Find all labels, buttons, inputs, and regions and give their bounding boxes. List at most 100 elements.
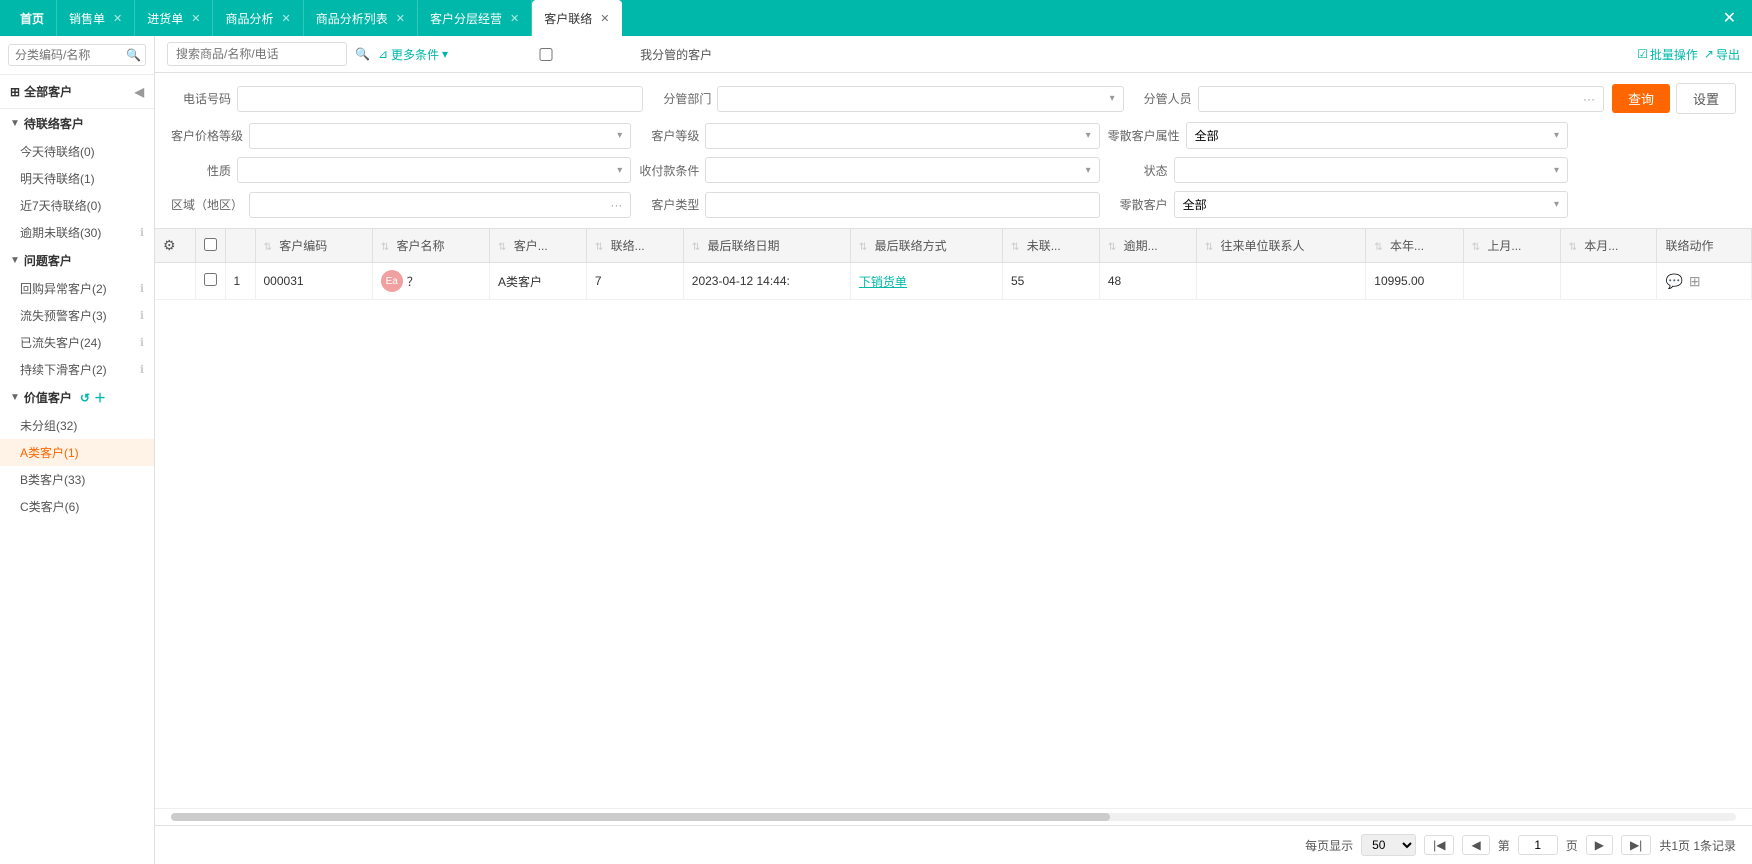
col-code[interactable]: ⇅ 客户编码 — [255, 229, 372, 263]
search-input[interactable] — [167, 42, 347, 66]
more-filter-btn[interactable]: ⊿ 更多条件 ▾ — [378, 46, 448, 63]
select-customer-level[interactable]: ▾ — [705, 123, 1099, 149]
name-cell-content: Ea ？ — [381, 270, 481, 292]
col-last-month[interactable]: ⇅ 上月... — [1463, 229, 1560, 263]
top-nav: 首页 销售单 ✕ 进货单 ✕ 商品分析 ✕ 商品分析列表 ✕ 客户分层经营 ✕ … — [0, 0, 1752, 36]
select-retail-customer[interactable]: 全部 ▾ — [1174, 191, 1568, 218]
chevron-dept: ▾ — [1110, 93, 1115, 104]
sidebar-collapse-btn[interactable]: ◀ — [135, 85, 144, 99]
sidebar-item-churn-warning[interactable]: 流失预警客户(3) ℹ — [0, 302, 154, 329]
nav-tab-sales[interactable]: 销售单 ✕ — [57, 0, 135, 36]
input-phone[interactable] — [237, 86, 643, 112]
cell-code: 000031 — [255, 263, 372, 300]
settings-gear-icon[interactable]: ⚙ — [163, 237, 176, 253]
close-tab-customer-tier[interactable]: ✕ — [510, 12, 519, 25]
sidebar-item-overdue[interactable]: 逾期未联络(30) ℹ — [0, 219, 154, 246]
page-size-label: 每页显示 — [1305, 837, 1353, 854]
global-close-button[interactable]: ✕ — [1715, 8, 1744, 28]
sidebar-item-tomorrow[interactable]: 明天待联络(1) — [0, 165, 154, 192]
current-page-input[interactable] — [1518, 835, 1558, 855]
chevron-nature: ▾ — [617, 165, 622, 176]
label-status: 状态 — [1108, 162, 1168, 179]
icon-refresh[interactable]: ↺ — [80, 391, 90, 405]
col-no-contact[interactable]: ⇅ 未联... — [1002, 229, 1099, 263]
icon-add[interactable]: ＋ — [94, 389, 106, 406]
nav-tab-analysis-list[interactable]: 商品分析列表 ✕ — [304, 0, 418, 36]
select-payment[interactable]: ▾ — [705, 157, 1099, 183]
nav-tab-customer-tier[interactable]: 客户分层经营 ✕ — [418, 0, 532, 36]
sidebar-item-abnormal[interactable]: 回购异常客户(2) ℹ — [0, 275, 154, 302]
first-page-btn[interactable]: |◀ — [1424, 835, 1454, 855]
sidebar-item-declining[interactable]: 持续下滑客户(2) ℹ — [0, 356, 154, 383]
sidebar-section-problem[interactable]: ▼ 问题客户 — [0, 246, 154, 275]
sidebar-section-value[interactable]: ▼ 价值客户 ↺ ＋ — [0, 383, 154, 412]
page-size-select[interactable]: 50 100 200 — [1361, 834, 1416, 856]
scrollbar-thumb[interactable] — [171, 813, 1110, 821]
batch-operation-btn[interactable]: ☑ 批量操作 — [1637, 46, 1698, 63]
col-this-month[interactable]: ⇅ 本月... — [1560, 229, 1657, 263]
nav-home[interactable]: 首页 — [8, 0, 57, 36]
sidebar-item-ungroup[interactable]: 未分组(32) — [0, 412, 154, 439]
sort-code-icon: ⇅ — [264, 242, 272, 253]
close-tab-analysis[interactable]: ✕ — [282, 12, 291, 25]
filter-group-customer-level: 客户等级 ▾ — [639, 123, 1099, 149]
scrollbar-track[interactable] — [171, 813, 1736, 821]
col-this-year[interactable]: ⇅ 本年... — [1366, 229, 1463, 263]
my-customer-checkbox[interactable] — [456, 48, 636, 61]
grid-icon[interactable]: ⊞ — [1689, 273, 1701, 290]
nav-tab-customer-contact[interactable]: 客户联络 ✕ — [532, 0, 622, 36]
col-name[interactable]: ⇅ 客户名称 — [372, 229, 489, 263]
sidebar-section-pending[interactable]: ▼ 待联络客户 — [0, 109, 154, 138]
batch-op-icon: ☑ — [1637, 47, 1648, 61]
col-overdue[interactable]: ⇅ 逾期... — [1099, 229, 1196, 263]
nav-tab-analysis[interactable]: 商品分析 ✕ — [213, 0, 303, 36]
close-tab-analysis-list[interactable]: ✕ — [396, 12, 405, 25]
select-nature[interactable]: ▾ — [237, 157, 631, 183]
last-page-btn[interactable]: ▶| — [1621, 835, 1651, 855]
sidebar-item-7days[interactable]: 近7天待联络(0) — [0, 192, 154, 219]
select-price-level[interactable]: ▾ — [249, 123, 631, 149]
row-checkbox[interactable] — [204, 273, 217, 286]
info-icon-abnormal: ℹ — [140, 282, 144, 295]
col-seq — [225, 229, 255, 263]
chat-icon[interactable]: 💬 — [1665, 273, 1682, 290]
sidebar-item-churned[interactable]: 已流失客户(24) ℹ — [0, 329, 154, 356]
input-region[interactable]: ··· — [249, 192, 631, 218]
next-page-btn[interactable]: ▶ — [1586, 835, 1613, 855]
export-btn[interactable]: ↗ 导出 — [1704, 46, 1740, 63]
select-retail-attr[interactable]: 全部 ▾ — [1186, 122, 1568, 149]
select-status[interactable]: ▾ — [1174, 157, 1568, 183]
filter-bar: 🔍 ⊿ 更多条件 ▾ 我分管的客户 ☑ 批量操作 ↗ 导出 — [155, 36, 1752, 73]
query-button[interactable]: 查询 — [1612, 84, 1670, 113]
total-records-label: 共1页 1条记录 — [1659, 837, 1736, 854]
my-customer-checkbox-area: 我分管的客户 — [456, 46, 712, 63]
input-customer-type[interactable] — [705, 192, 1099, 218]
col-last-contact-date[interactable]: ⇅ 最后联络日期 — [683, 229, 850, 263]
close-tab-purchase[interactable]: ✕ — [191, 12, 200, 25]
sort-year-icon: ⇅ — [1374, 242, 1382, 253]
col-settings[interactable]: ⚙ — [155, 229, 195, 263]
col-contact[interactable]: ⇅ 联络... — [586, 229, 683, 263]
sidebar-item-today[interactable]: 今天待联络(0) — [0, 138, 154, 165]
filter-group-dept: 分管部门 ▾ — [651, 86, 1123, 112]
setting-button[interactable]: 设置 — [1676, 83, 1736, 114]
sidebar-item-class-a[interactable]: A类客户(1) — [0, 439, 154, 466]
nav-tab-purchase[interactable]: 进货单 ✕ — [135, 0, 213, 36]
col-last-contact-type[interactable]: ⇅ 最后联络方式 — [850, 229, 1002, 263]
select-dept[interactable]: ▾ — [717, 86, 1123, 112]
col-unit-contact[interactable]: ⇅ 往来单位联系人 — [1196, 229, 1366, 263]
filter-row-4: 区域（地区） ··· 客户类型 零散客户 全部 ▾ — [171, 191, 1736, 218]
contact-type-link[interactable]: 下销货单 — [859, 275, 907, 289]
sidebar-item-class-b[interactable]: B类客户(33) — [0, 466, 154, 493]
sidebar-all-customers-header[interactable]: ⊞ 全部客户 ◀ — [0, 75, 154, 109]
sidebar-item-class-c[interactable]: C类客户(6) — [0, 493, 154, 520]
close-tab-customer-contact[interactable]: ✕ — [600, 12, 609, 25]
input-manager[interactable]: ··· — [1198, 86, 1604, 112]
col-type[interactable]: ⇅ 客户... — [489, 229, 586, 263]
total-pages-label: 页 — [1566, 837, 1578, 854]
sidebar-search-icon: 🔍 — [126, 48, 141, 62]
close-tab-sales[interactable]: ✕ — [113, 12, 122, 25]
sidebar-grid-icon: ⊞ — [10, 85, 20, 99]
select-all-checkbox[interactable] — [204, 238, 217, 251]
prev-page-btn[interactable]: ◀ — [1462, 835, 1489, 855]
